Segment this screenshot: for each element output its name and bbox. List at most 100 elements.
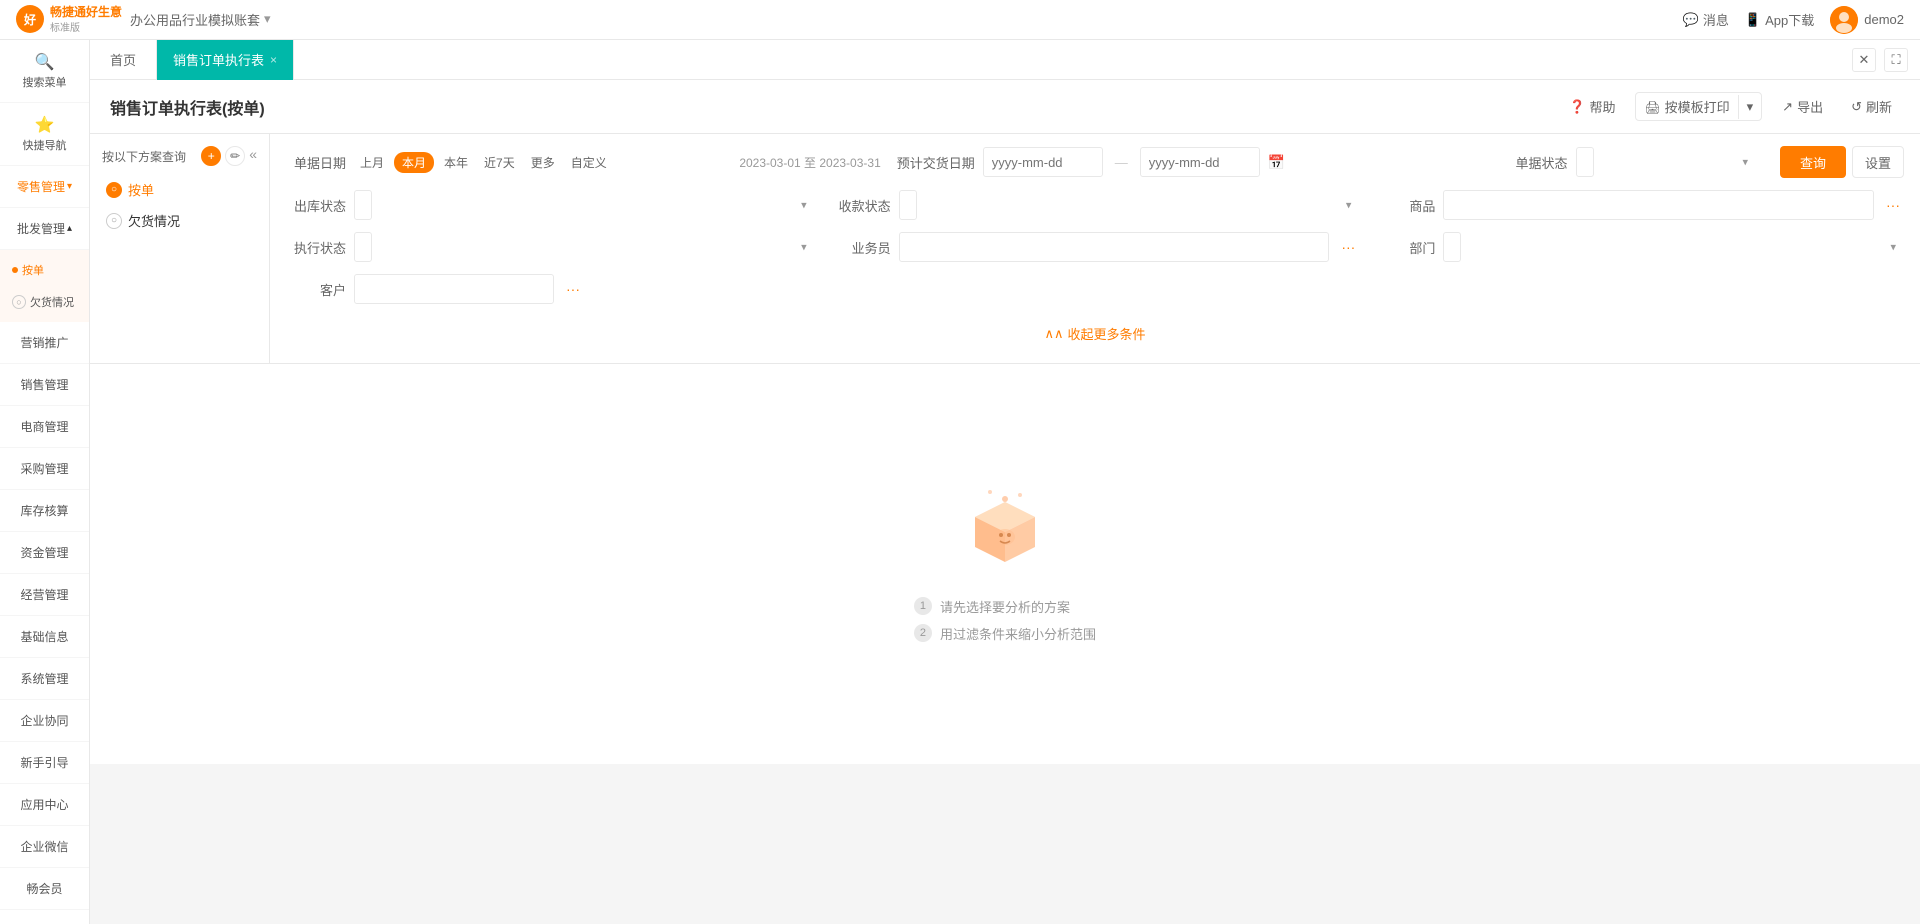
salesperson-field: 业务员 ··· <box>831 232 1360 262</box>
filter-row-2: 出库状态 收款状态 <box>286 190 1904 220</box>
edit-scheme-button[interactable]: ✏ <box>225 146 245 166</box>
settings-button[interactable]: 设置 <box>1852 146 1904 178</box>
salesperson-input[interactable] <box>899 232 1330 262</box>
sidebar-item-appstore[interactable]: 应用中心 <box>0 784 89 826</box>
tab-home[interactable]: 首页 <box>90 40 157 80</box>
sidebar-item-marketing[interactable]: 营销推广 <box>0 322 89 364</box>
salesperson-label: 业务员 <box>831 238 891 257</box>
sidebar-item-operations[interactable]: 经营管理 <box>0 574 89 616</box>
product-input[interactable] <box>1443 190 1874 220</box>
query-button[interactable]: 查询 <box>1780 146 1846 178</box>
close-all-tabs-button[interactable]: ✕ <box>1852 48 1876 72</box>
sidebar-item-ecommerce[interactable]: 电商管理 <box>0 406 89 448</box>
breadcrumb-arrow[interactable]: ▾ <box>264 11 271 27</box>
add-scheme-button[interactable]: + <box>201 146 221 166</box>
sidebar-item-search[interactable]: 🔍 搜索菜单 <box>0 40 89 103</box>
print-button-group: 🖨 按模板打印 ▾ <box>1635 92 1762 121</box>
sidebar-item-collab[interactable]: 企业协同 <box>0 700 89 742</box>
tab-close-icon[interactable]: × <box>270 53 277 67</box>
sidebar-item-wechat[interactable]: 企业微信 <box>0 826 89 868</box>
refresh-label: 刷新 <box>1866 97 1892 116</box>
filter-sidebar-actions: + ✏ « <box>201 146 257 166</box>
sidebar-item-basic[interactable]: 基础信息 <box>0 616 89 658</box>
page-title: 销售订单执行表(按单) <box>110 95 265 119</box>
step-2-num: 2 <box>914 624 932 642</box>
salesperson-more-button[interactable]: ··· <box>1337 239 1359 255</box>
tab-sales-orders[interactable]: 销售订单执行表 × <box>157 40 294 80</box>
scheme-item-orders[interactable]: ○ 按单 <box>102 174 257 205</box>
date-tab-this-month[interactable]: 本月 <box>394 152 434 173</box>
collapse-conditions-button[interactable]: ∧∧ 收起更多条件 <box>1044 324 1145 343</box>
product-label: 商品 <box>1375 196 1435 215</box>
department-label: 部门 <box>1375 238 1435 257</box>
refresh-icon: ↺ <box>1851 99 1862 115</box>
sidebar-item-purchase[interactable]: 采购管理 <box>0 448 89 490</box>
product-more-button[interactable]: ··· <box>1882 197 1904 213</box>
customer-input[interactable] <box>354 274 554 304</box>
expected-date-to-input[interactable] <box>1140 147 1260 177</box>
tab-sales-orders-label: 销售订单执行表 <box>173 50 264 69</box>
sidebar-item-sales[interactable]: 销售管理 <box>0 364 89 406</box>
status-select[interactable] <box>1576 147 1594 177</box>
message-button[interactable]: 💬 消息 <box>1683 10 1729 29</box>
date-label: 单据日期 <box>286 153 346 172</box>
user-menu[interactable]: demo2 <box>1830 6 1904 34</box>
sidebar-sub-item-orders[interactable]: 按单 <box>0 254 89 286</box>
sidebar-ecommerce-label: 电商管理 <box>4 418 85 435</box>
scheme-filled-icon: ○ <box>106 182 122 198</box>
payment-status-select[interactable] <box>899 190 917 220</box>
expand-row: ∧∧ 收起更多条件 <box>286 316 1904 351</box>
sidebar-sub-wholesale: 按单 ○ 欠货情况 <box>0 250 89 322</box>
sidebar-item-finance[interactable]: 资金管理 <box>0 532 89 574</box>
sidebar-item-quick-nav[interactable]: ⭐ 快捷导航 <box>0 103 89 166</box>
sidebar-item-retail[interactable]: 零售管理 ▾ <box>0 166 89 208</box>
sidebar-sub-item-shortage[interactable]: ○ 欠货情况 <box>0 286 89 318</box>
export-button[interactable]: ↗ 导出 <box>1774 93 1831 120</box>
sidebar-marketing-label: 营销推广 <box>4 334 85 351</box>
page-header-actions: ❓ 帮助 🖨 按模板打印 ▾ <box>1561 92 1900 121</box>
expected-date-field: 预计交货日期 — 📅 <box>897 147 1492 177</box>
print-button[interactable]: 🖨 按模板打印 <box>1636 93 1737 120</box>
orders-icon <box>12 267 18 273</box>
scheme-item-shortage[interactable]: ○ 欠货情况 <box>102 205 257 236</box>
delivery-status-select[interactable] <box>354 190 372 220</box>
expected-date-from-input[interactable] <box>983 147 1103 177</box>
empty-state-icon <box>955 477 1055 577</box>
help-button[interactable]: ❓ 帮助 <box>1561 93 1623 120</box>
execution-status-select[interactable] <box>354 232 372 262</box>
department-select[interactable] <box>1443 232 1461 262</box>
refresh-button[interactable]: ↺ 刷新 <box>1843 93 1900 120</box>
app-download-button[interactable]: 📱 App下载 <box>1745 10 1814 29</box>
step-1-num: 1 <box>914 597 932 615</box>
date-tab-7days[interactable]: 近7天 <box>478 152 521 173</box>
date-tab-this-year[interactable]: 本年 <box>438 152 474 173</box>
print-dropdown-button[interactable]: ▾ <box>1739 95 1762 119</box>
customer-more-button[interactable]: ··· <box>562 281 584 297</box>
sidebar-item-member[interactable]: 畅会员 <box>0 868 89 910</box>
sidebar-member-label: 畅会员 <box>4 880 85 897</box>
export-label: 导出 <box>1797 97 1823 116</box>
sidebar-item-guide[interactable]: 新手引导 <box>0 742 89 784</box>
date-tab-last-month[interactable]: 上月 <box>354 152 390 173</box>
payment-status-label: 收款状态 <box>831 196 891 215</box>
status-field: 单据状态 查询 设置 <box>1508 146 1905 178</box>
sidebar-item-system[interactable]: 系统管理 <box>0 658 89 700</box>
sidebar-sales-label: 销售管理 <box>4 376 85 393</box>
collapse-icon: « <box>249 146 257 162</box>
sidebar-item-wholesale[interactable]: 批发管理 ▴ <box>0 208 89 250</box>
sidebar-appstore-label: 应用中心 <box>4 796 85 813</box>
calendar-icon[interactable]: 📅 <box>1268 154 1285 171</box>
date-tabs-group: 上月 本月 本年 近7天 更多 自定义 <box>354 152 731 173</box>
filter-sidebar-title: 按以下方案查询 <box>102 148 186 165</box>
collapse-sidebar-button[interactable]: « <box>249 146 257 166</box>
step-2-text: 用过滤条件来缩小分析范围 <box>940 624 1096 643</box>
date-tab-more[interactable]: 更多 <box>525 152 561 173</box>
expand-tab-button[interactable]: ⛶ <box>1884 48 1908 72</box>
tab-bar: 首页 销售订单执行表 × ✕ ⛶ <box>90 40 1920 80</box>
expected-date-label: 预计交货日期 <box>897 153 975 172</box>
sidebar: 🔍 搜索菜单 ⭐ 快捷导航 零售管理 ▾ 批发管理 ▴ 按单 <box>0 40 90 924</box>
date-tab-custom[interactable]: 自定义 <box>565 152 613 173</box>
sidebar-item-inventory[interactable]: 库存核算 <box>0 490 89 532</box>
filter-container: 按以下方案查询 + ✏ « <box>90 134 1920 364</box>
print-label: 按模板打印 <box>1665 100 1730 115</box>
